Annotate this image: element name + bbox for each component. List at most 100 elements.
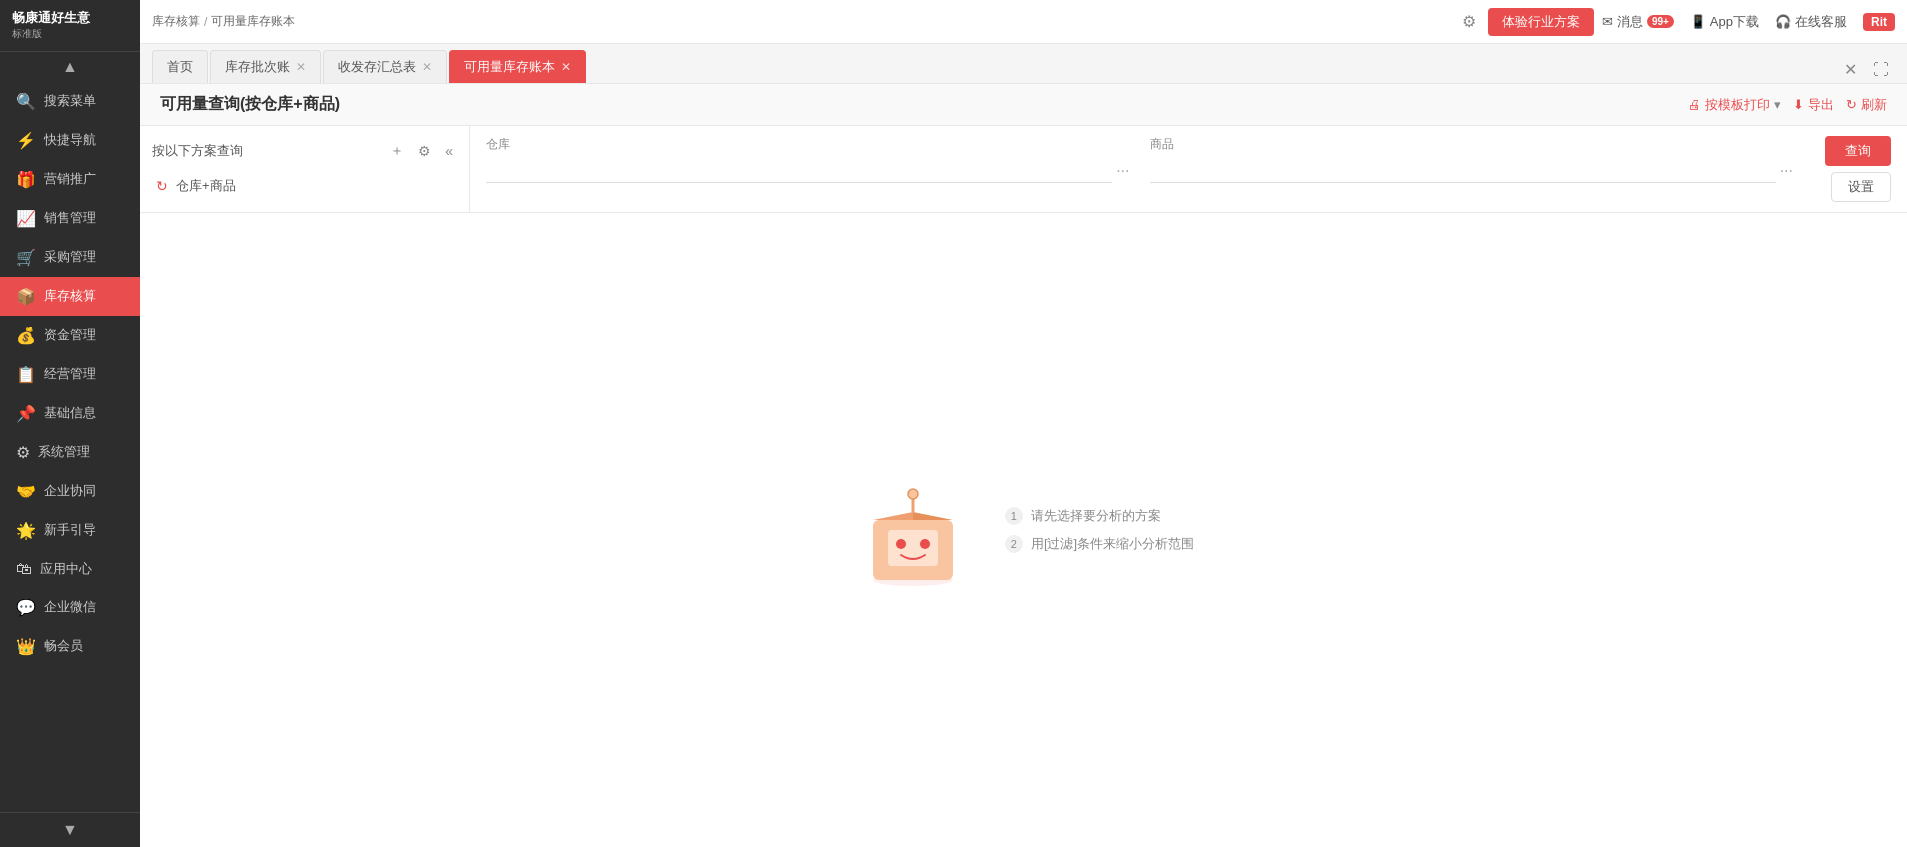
tab-close-batch-ledger[interactable]: ✕: [296, 61, 306, 73]
filter-area: 仓库 ··· 商品 ···: [470, 126, 1809, 212]
sidebar-item-marketing[interactable]: 🎁 营销推广: [0, 160, 140, 199]
newuser-icon: 🌟: [16, 521, 36, 540]
main-area: 库存核算 / 可用量库存账本 ⚙ 体验行业方案 ✉ 消息 99+ 📱 App下载…: [140, 0, 1907, 847]
logo-sub: 标准版: [12, 27, 128, 41]
phone-icon: 📱: [1690, 14, 1706, 29]
tab-home[interactable]: 首页: [152, 50, 208, 83]
svg-point-5: [896, 539, 906, 549]
topbar-settings-button[interactable]: ⚙: [1458, 8, 1480, 35]
system-icon: ⚙: [16, 443, 30, 462]
warehouse-dots-btn[interactable]: ···: [1116, 162, 1129, 180]
sidebar-item-system[interactable]: ⚙ 系统管理: [0, 433, 140, 472]
marketing-icon: 🎁: [16, 170, 36, 189]
query-action-area: 查询 设置: [1809, 126, 1907, 212]
warehouse-input-row: ···: [486, 159, 1130, 183]
sidebar-item-inventory[interactable]: 📦 库存核算: [0, 277, 140, 316]
headset-icon: 🎧: [1775, 14, 1791, 29]
print-btn[interactable]: 🖨 按模板打印 ▾: [1688, 96, 1781, 114]
tab-close-receipt-summary[interactable]: ✕: [422, 61, 432, 73]
settings-button[interactable]: 设置: [1831, 172, 1891, 202]
tip-text-2: 用[过滤]条件来缩小分析范围: [1031, 535, 1194, 553]
messages-label: 消息: [1617, 13, 1643, 31]
sales-icon: 📈: [16, 209, 36, 228]
sidebar-item-newuser[interactable]: 🌟 新手引导: [0, 511, 140, 550]
topbar: 库存核算 / 可用量库存账本 ⚙ 体验行业方案 ✉ 消息 99+ 📱 App下载…: [140, 0, 1907, 44]
sidebar-item-label-search: 搜索菜单: [44, 92, 96, 110]
scheme-item-label: 仓库+商品: [176, 177, 236, 195]
sidebar-item-label-system: 系统管理: [38, 443, 90, 461]
sidebar-item-label-purchase: 采购管理: [44, 248, 96, 266]
tab-receipt-summary[interactable]: 收发存汇总表 ✕: [323, 50, 447, 83]
refresh-btn[interactable]: ↻ 刷新: [1846, 96, 1887, 114]
scheme-collapse-btn[interactable]: «: [441, 141, 457, 161]
scheme-settings-btn[interactable]: ⚙: [414, 141, 435, 161]
messages-badge: 99+: [1647, 15, 1674, 28]
search-icon: 🔍: [16, 92, 36, 111]
page-header: 可用量查询(按仓库+商品) 🖨 按模板打印 ▾ ⬇ 导出 ↻ 刷新: [140, 84, 1907, 126]
empty-state-content: 1 请先选择要分析的方案 2 用[过滤]条件来缩小分析范围: [853, 470, 1194, 590]
content-area: 可用量查询(按仓库+商品) 🖨 按模板打印 ▾ ⬇ 导出 ↻ 刷新: [140, 84, 1907, 847]
sidebar-item-label-finance: 资金管理: [44, 326, 96, 344]
refresh-label: 刷新: [1861, 96, 1887, 114]
goods-input[interactable]: [1150, 159, 1776, 183]
tabbar-actions: ✕ ⛶: [1838, 56, 1895, 83]
sidebar-scroll-down[interactable]: ▼: [0, 812, 140, 847]
print-icon: 🖨: [1688, 97, 1701, 112]
scheme-add-btn[interactable]: ＋: [386, 140, 408, 162]
tabbar-close-button[interactable]: ✕: [1838, 56, 1863, 83]
scheme-panel: 按以下方案查询 ＋ ⚙ « ↻ 仓库+商品: [140, 126, 470, 212]
scheme-warehouse-goods[interactable]: ↻ 仓库+商品: [140, 170, 469, 202]
messages-item[interactable]: ✉ 消息 99+: [1602, 13, 1674, 31]
sidebar-item-operations[interactable]: 📋 经营管理: [0, 355, 140, 394]
inventory-icon: 📦: [16, 287, 36, 306]
sidebar-item-quick-nav[interactable]: ⚡ 快捷导航: [0, 121, 140, 160]
goods-dots-btn[interactable]: ···: [1780, 162, 1793, 180]
tip-text-1: 请先选择要分析的方案: [1031, 507, 1161, 525]
app-download-item[interactable]: 📱 App下载: [1690, 13, 1759, 31]
quick-nav-icon: ⚡: [16, 131, 36, 150]
svg-marker-2: [873, 512, 913, 520]
tab-available-ledger[interactable]: 可用量库存账本✕: [449, 50, 586, 83]
breadcrumb-sep: /: [204, 15, 207, 29]
sidebar-item-finance[interactable]: 💰 资金管理: [0, 316, 140, 355]
sidebar-item-label-quick-nav: 快捷导航: [44, 131, 96, 149]
sidebar-item-label-enterprise: 企业协同: [44, 482, 96, 500]
sidebar-item-wechat[interactable]: 💬 企业微信: [0, 588, 140, 627]
sidebar-item-sales[interactable]: 📈 销售管理: [0, 199, 140, 238]
sidebar-item-basic[interactable]: 📌 基础信息: [0, 394, 140, 433]
wechat-icon: 💬: [16, 598, 36, 617]
export-btn[interactable]: ⬇ 导出: [1793, 96, 1834, 114]
basic-icon: 📌: [16, 404, 36, 423]
query-button[interactable]: 查询: [1825, 136, 1891, 166]
online-service-item[interactable]: 🎧 在线客服: [1775, 13, 1847, 31]
sidebar-item-label-member: 畅会员: [44, 637, 83, 655]
warehouse-input[interactable]: [486, 159, 1112, 183]
sidebar-item-search[interactable]: 🔍 搜索菜单: [0, 82, 140, 121]
tab-close-available-ledger[interactable]: ✕: [561, 61, 571, 73]
sidebar-item-label-newuser: 新手引导: [44, 521, 96, 539]
breadcrumb: 库存核算 / 可用量库存账本: [152, 13, 1450, 30]
tab-label-receipt-summary: 收发存汇总表: [338, 58, 416, 76]
sidebar-logo: 畅康通好生意 标准版: [0, 0, 140, 52]
tab-batch-ledger[interactable]: 库存批次账 ✕: [210, 50, 321, 83]
refresh-icon: ↻: [1846, 97, 1857, 112]
goods-filter-group: 商品 ···: [1150, 136, 1794, 183]
page-title: 可用量查询(按仓库+商品): [160, 94, 340, 115]
tab-label-batch-ledger: 库存批次账: [225, 58, 290, 76]
breadcrumb-item-1: 库存核算: [152, 13, 200, 30]
scheme-panel-header: 按以下方案查询 ＋ ⚙ «: [140, 136, 469, 170]
sidebar-item-purchase[interactable]: 🛒 采购管理: [0, 238, 140, 277]
page-header-actions: 🖨 按模板打印 ▾ ⬇ 导出 ↻ 刷新: [1688, 96, 1887, 114]
sidebar-scroll-up[interactable]: ▲: [0, 52, 140, 82]
sidebar-item-label-basic: 基础信息: [44, 404, 96, 422]
sidebar-item-appstore[interactable]: 🛍 应用中心: [0, 550, 140, 588]
svg-point-6: [920, 539, 930, 549]
tabbar-expand-button[interactable]: ⛶: [1867, 57, 1895, 83]
sidebar-item-enterprise[interactable]: 🤝 企业协同: [0, 472, 140, 511]
trial-btn[interactable]: 体验行业方案: [1488, 8, 1594, 36]
purchase-icon: 🛒: [16, 248, 36, 267]
app-download-label: App下载: [1710, 13, 1759, 31]
sidebar-item-member[interactable]: 👑 畅会员: [0, 627, 140, 666]
print-chevron-icon: ▾: [1774, 97, 1781, 112]
sidebar-item-label-sales: 销售管理: [44, 209, 96, 227]
